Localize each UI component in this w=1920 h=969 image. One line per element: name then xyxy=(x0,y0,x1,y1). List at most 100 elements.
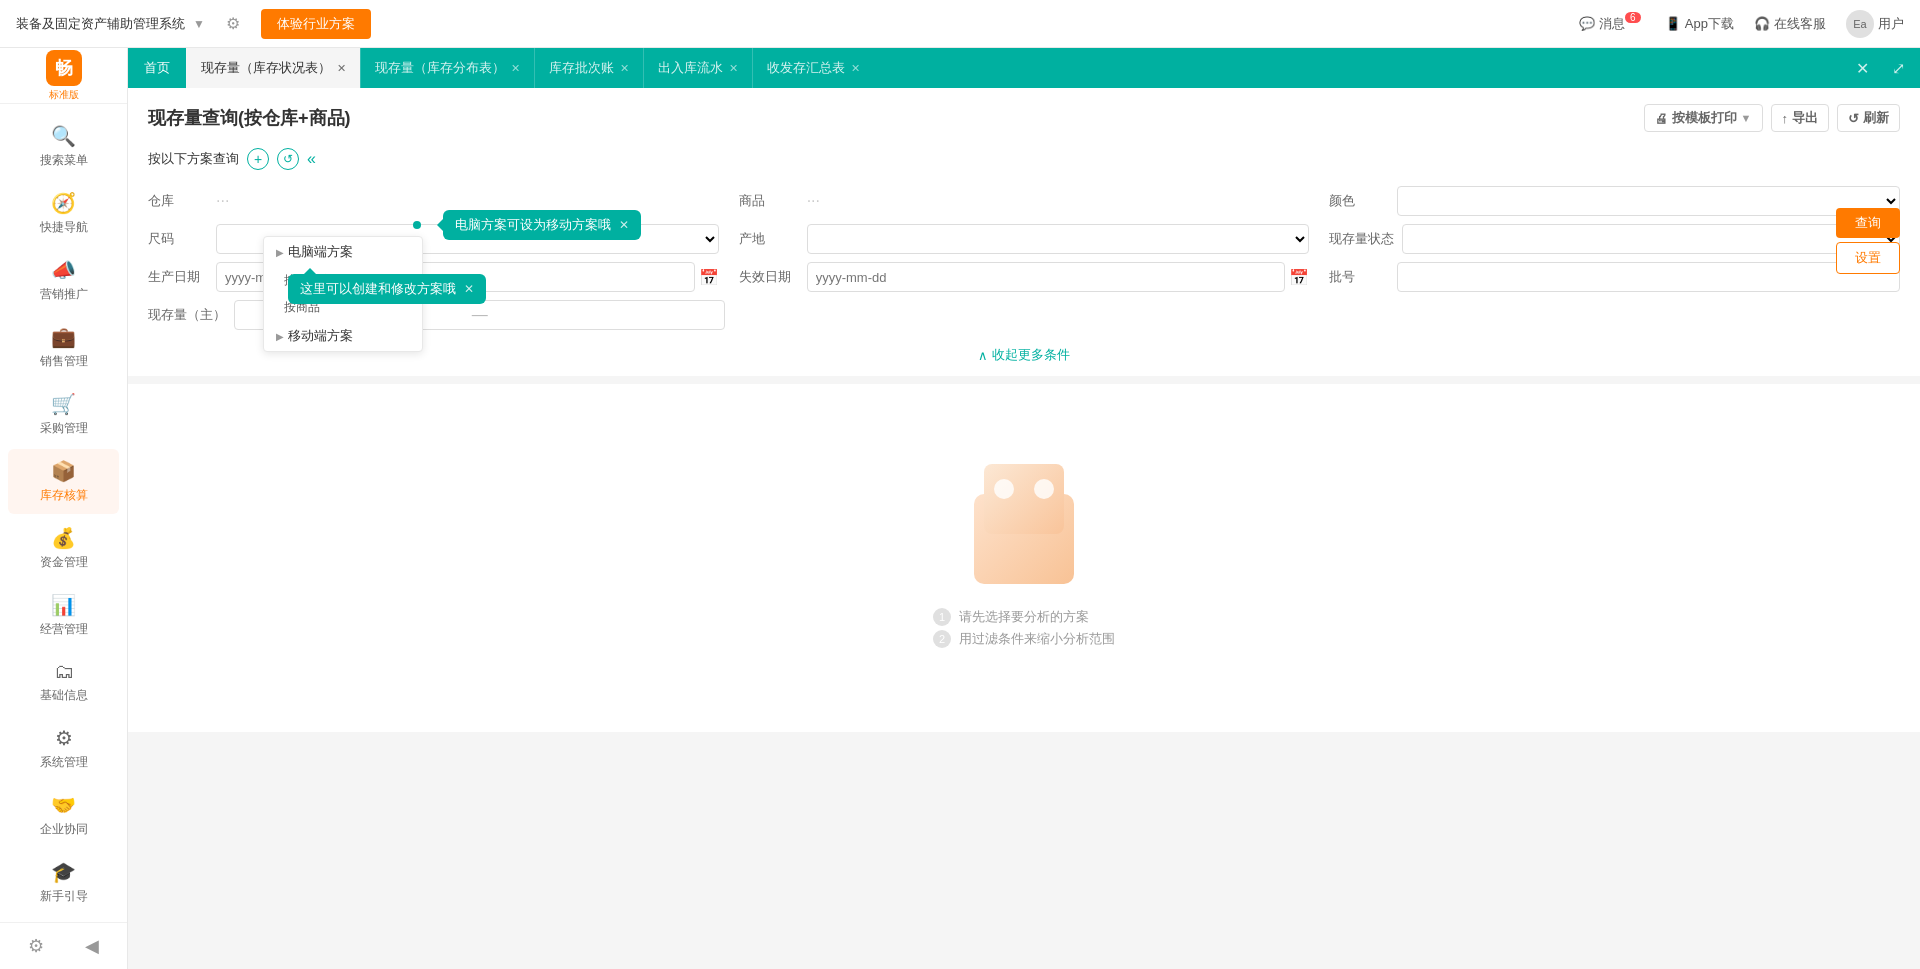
product-dots: ··· xyxy=(807,192,820,210)
sidebar-basic-label: 基础信息 xyxy=(40,687,88,704)
sidebar-item-purchase[interactable]: 🛒 采购管理 xyxy=(8,382,119,447)
sidebar-item-inventory[interactable]: 📦 库存核算 xyxy=(8,449,119,514)
search-menu-icon: 🔍 xyxy=(51,124,76,148)
stock-status-select[interactable] xyxy=(1402,224,1900,254)
empty-steps: 1 请先选择要分析的方案 2 用过滤条件来缩小分析范围 xyxy=(933,608,1115,652)
phone-icon: 📱 xyxy=(1665,16,1681,31)
export-btn[interactable]: ↑ 导出 xyxy=(1771,104,1830,132)
close-all-tabs-btn[interactable]: ✕ xyxy=(1848,54,1876,82)
user-action[interactable]: Ea 用户 xyxy=(1846,10,1904,38)
content-area: 首页 现存量（库存状况表） ✕ 现存量（库存分布表） ✕ 库存批次账 ✕ 出入库… xyxy=(128,48,1920,969)
warehouse-dots: ··· xyxy=(216,192,229,210)
filter-add-btn[interactable]: + xyxy=(247,148,269,170)
sidebar-item-nav[interactable]: 🧭 快捷导航 xyxy=(8,181,119,246)
tab-inventory-dist[interactable]: 现存量（库存分布表） ✕ xyxy=(360,48,534,88)
production-date-calendar-icon[interactable]: 📅 xyxy=(699,268,719,287)
industry-btn[interactable]: 体验行业方案 xyxy=(261,9,371,39)
app-download-action[interactable]: 📱 App下载 xyxy=(1665,15,1734,33)
empty-step-1: 1 请先选择要分析的方案 xyxy=(933,608,1115,626)
sidebar-item-guide[interactable]: 🎓 新手引导 xyxy=(8,850,119,915)
sidebar-item-system[interactable]: ⚙ 系统管理 xyxy=(8,716,119,781)
tab-close-inventory-status[interactable]: ✕ xyxy=(337,62,346,75)
tab-close-batch-account[interactable]: ✕ xyxy=(620,62,629,75)
origin-label: 产地 xyxy=(739,230,799,248)
finance-icon: 💰 xyxy=(51,526,76,550)
filter-label: 按以下方案查询 xyxy=(148,150,239,168)
batch-no-input[interactable] xyxy=(1397,262,1900,292)
tab-close-inout-flow[interactable]: ✕ xyxy=(729,62,738,75)
sidebar-item-basic[interactable]: 🗂 基础信息 xyxy=(8,650,119,714)
system-icon: ⚙ xyxy=(55,726,73,750)
mobile-scheme-group[interactable]: ▶ 移动端方案 xyxy=(264,321,422,351)
batch-no-field-row: 批号 xyxy=(1329,262,1900,292)
sidebar-item-operations[interactable]: 📊 经营管理 xyxy=(8,583,119,648)
maximize-btn[interactable]: ⤢ xyxy=(1884,54,1912,82)
chevron-down-icon: ▼ xyxy=(1741,112,1752,124)
empty-step-2: 2 用过滤条件来缩小分析范围 xyxy=(933,630,1115,648)
sidebar-item-search[interactable]: 🔍 搜索菜单 xyxy=(8,114,119,179)
page-title: 现存量查询(按仓库+商品) xyxy=(148,106,351,130)
tab-batch-account[interactable]: 库存批次账 ✕ xyxy=(534,48,643,88)
sidebar-item-enterprise[interactable]: 🤝 企业协同 xyxy=(8,783,119,848)
filter-label-row: 按以下方案查询 + ↺ « xyxy=(148,148,1900,170)
filter-arrow-btn[interactable]: « xyxy=(307,150,316,168)
empty-eye-left xyxy=(994,479,1014,499)
tab-inventory-status[interactable]: 现存量（库存状况表） ✕ xyxy=(186,48,360,88)
inventory-icon: 📦 xyxy=(51,459,76,483)
page-content: 现存量查询(按仓库+商品) 🖨 按模板打印 ▼ ↑ 导出 ↺ xyxy=(128,88,1920,969)
sidebar-item-finance[interactable]: 💰 资金管理 xyxy=(8,516,119,581)
stock-qty-max-input[interactable] xyxy=(492,301,725,329)
app-download-label: App下载 xyxy=(1685,15,1734,33)
tooltip-2-close[interactable]: ✕ xyxy=(464,282,474,296)
desktop-scheme-group[interactable]: ▶ 电脑端方案 xyxy=(264,237,422,267)
notification-action[interactable]: 💬 消息 6 xyxy=(1579,15,1645,33)
sidebar-bottom: ⚙ ◀ xyxy=(0,922,127,969)
warehouse-label: 仓库 xyxy=(148,192,208,210)
notification-icon: 💬 xyxy=(1579,16,1595,31)
refresh-btn[interactable]: ↺ 刷新 xyxy=(1837,104,1900,132)
expand-icon: ▶ xyxy=(276,247,284,258)
scheme-tooltip-2: 这里可以创建和修改方案哦 ✕ xyxy=(288,274,486,304)
size-label: 尺码 xyxy=(148,230,208,248)
search-btn[interactable]: 查询 xyxy=(1836,208,1900,238)
navigation-icon: 🧭 xyxy=(51,191,76,215)
sidebar-nav-label: 快捷导航 xyxy=(40,219,88,236)
sidebar-item-sales[interactable]: 💼 销售管理 xyxy=(8,315,119,380)
online-service-action[interactable]: 🎧 在线客服 xyxy=(1754,15,1826,33)
sidebar-collapse-btn[interactable]: ◀ xyxy=(85,935,99,957)
step-num-1: 1 xyxy=(933,608,951,626)
tooltip-1-close[interactable]: ✕ xyxy=(619,218,629,232)
tab-close-summary[interactable]: ✕ xyxy=(851,62,860,75)
avatar: Ea xyxy=(1846,10,1874,38)
service-icon: 🎧 xyxy=(1754,16,1770,31)
app-selector[interactable]: 装备及固定资产辅助管理系统 ▼ xyxy=(16,15,205,33)
origin-select[interactable] xyxy=(807,224,1310,254)
sidebar-nav: 🔍 搜索菜单 🧭 快捷导航 📣 营销推广 💼 销售管理 🛒 采购管理 📦 xyxy=(0,104,127,922)
system-name: 装备及固定资产辅助管理系统 xyxy=(16,15,185,33)
expiry-date-calendar-icon[interactable]: 📅 xyxy=(1289,268,1309,287)
header-right: 💬 消息 6 📱 App下载 🎧 在线客服 Ea 用户 xyxy=(1579,10,1904,38)
set-btn[interactable]: 设置 xyxy=(1836,242,1900,274)
template-print-btn[interactable]: 🖨 按模板打印 ▼ xyxy=(1644,104,1763,132)
stock-qty-label: 现存量（主） xyxy=(148,306,226,324)
header-left: 装备及固定资产辅助管理系统 ▼ ⚙ 体验行业方案 xyxy=(16,8,371,40)
logo-icon: 畅 xyxy=(46,50,82,86)
user-label: 用户 xyxy=(1878,15,1904,33)
sidebar-item-marketing[interactable]: 📣 营销推广 xyxy=(8,248,119,313)
tab-inout-flow[interactable]: 出入库流水 ✕ xyxy=(643,48,752,88)
enterprise-icon: 🤝 xyxy=(51,793,76,817)
sidebar-guide-label: 新手引导 xyxy=(40,888,88,905)
sidebar-search-label: 搜索菜单 xyxy=(40,152,88,169)
settings-icon[interactable]: ⚙ xyxy=(217,8,249,40)
expiry-date-input[interactable] xyxy=(807,262,1286,292)
marketing-icon: 📣 xyxy=(51,258,76,282)
notification-badge: 6 xyxy=(1625,12,1641,23)
color-select[interactable] xyxy=(1397,186,1900,216)
filter-refresh-btn[interactable]: ↺ xyxy=(277,148,299,170)
empty-state: 1 请先选择要分析的方案 2 用过滤条件来缩小分析范围 xyxy=(128,384,1920,732)
tab-home[interactable]: 首页 xyxy=(128,48,186,88)
tab-close-inventory-dist[interactable]: ✕ xyxy=(511,62,520,75)
sidebar-settings-btn[interactable]: ⚙ xyxy=(28,935,44,957)
tab-summary[interactable]: 收发存汇总表 ✕ xyxy=(752,48,874,88)
range-separator: — xyxy=(468,306,492,324)
